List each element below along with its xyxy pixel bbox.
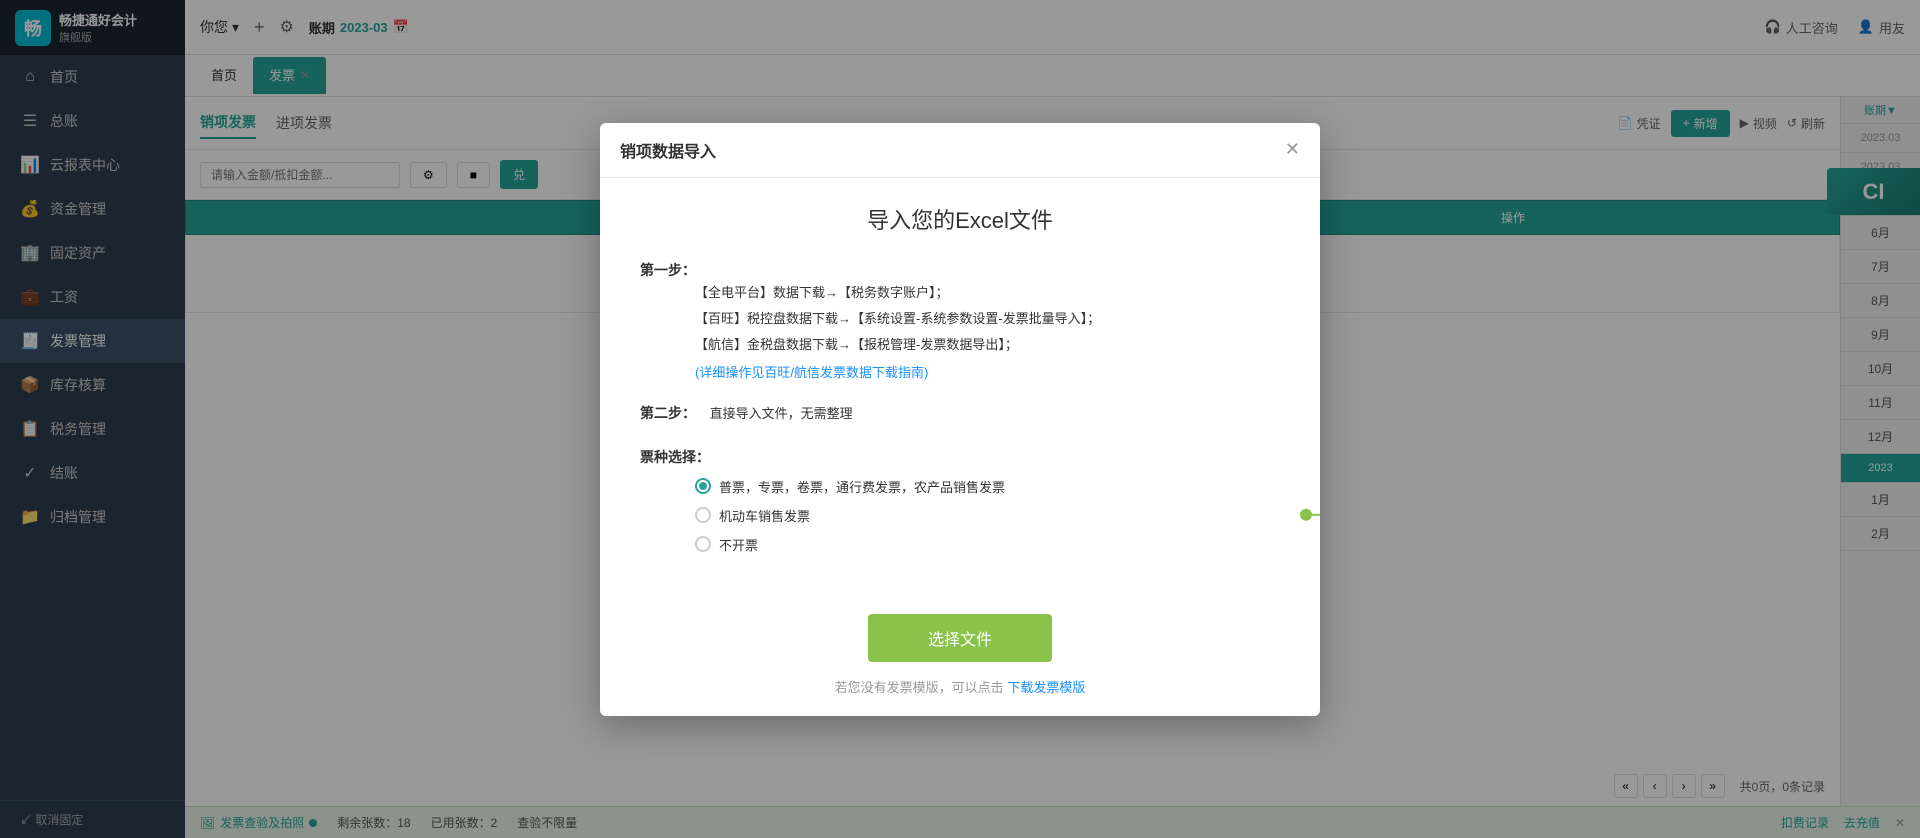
step1-line-3: 【航信】金税盘数据下载→【报税管理-发票数据导出】；: [695, 332, 1280, 358]
step1-label: 第一步：: [640, 262, 696, 278]
radio-circle-2: [695, 507, 711, 523]
tooltip-container: × 现在支持的票种多了，导入发票时别忘了选择正确的发票类型呀！: [1300, 474, 1320, 556]
tooltip-line: [1312, 514, 1320, 516]
radio-option-2[interactable]: 机动车销售发票 × 现在支持的票种多了，导入发票时别忘了选择正确的发票类型呀！: [695, 506, 1280, 525]
footer-note: 若您没有发票模版，可以点击 下载发票模版: [640, 677, 1280, 696]
modal-body: 导入您的Excel文件 第一步： 【全电平台】数据下载→【税务数字账户】； 【百…: [600, 178, 1320, 599]
modal-footer: 选择文件 若您没有发票模版，可以点击 下载发票模版: [600, 599, 1320, 716]
modal-main-title: 导入您的Excel文件: [640, 203, 1280, 235]
download-template-link[interactable]: 下载发票模版: [1007, 680, 1085, 695]
step1-guide-link[interactable]: (详细操作见百旺/航信发票数据下载指南): [695, 365, 928, 380]
step1-line-2: 【百旺】税控盘数据下载→【系统设置-系统参数设置-发票批量导入】；: [695, 306, 1280, 332]
radio-circle-1: [695, 478, 711, 494]
ticket-select-block: 票种选择： 普票，专票，卷票，通行费发票，农产品销售发票 机动车销售发票: [640, 447, 1280, 554]
step2-label: 第二步：: [640, 405, 696, 421]
modal-header: 销项数据导入 ✕: [600, 123, 1320, 178]
select-file-button[interactable]: 选择文件: [868, 614, 1052, 662]
radio-group: 普票，专票，卷票，通行费发票，农产品销售发票 机动车销售发票 × 现在支持的票种…: [695, 477, 1280, 554]
modal-overlay[interactable]: 销项数据导入 ✕ 导入您的Excel文件 第一步： 【全电平台】数据下载→【税务…: [0, 0, 1920, 838]
ticket-select-label: 票种选择：: [640, 447, 710, 467]
radio-option-1[interactable]: 普票，专票，卷票，通行费发票，农产品销售发票: [695, 477, 1280, 496]
modal-title: 销项数据导入: [620, 138, 716, 162]
step2-content: 直接导入文件，无需整理: [710, 406, 853, 421]
import-modal: 销项数据导入 ✕ 导入您的Excel文件 第一步： 【全电平台】数据下载→【税务…: [600, 123, 1320, 716]
radio-option-3[interactable]: 不开票: [695, 535, 1280, 554]
step2-block: 第二步： 直接导入文件，无需整理: [640, 401, 1280, 427]
step1-block: 第一步： 【全电平台】数据下载→【税务数字账户】； 【百旺】税控盘数据下载→【系…: [640, 260, 1280, 381]
step1-line-1: 【全电平台】数据下载→【税务数字账户】；: [695, 280, 1280, 306]
radio-circle-3: [695, 536, 711, 552]
modal-close-button[interactable]: ✕: [1285, 139, 1300, 160]
tooltip-dot: [1300, 509, 1312, 521]
